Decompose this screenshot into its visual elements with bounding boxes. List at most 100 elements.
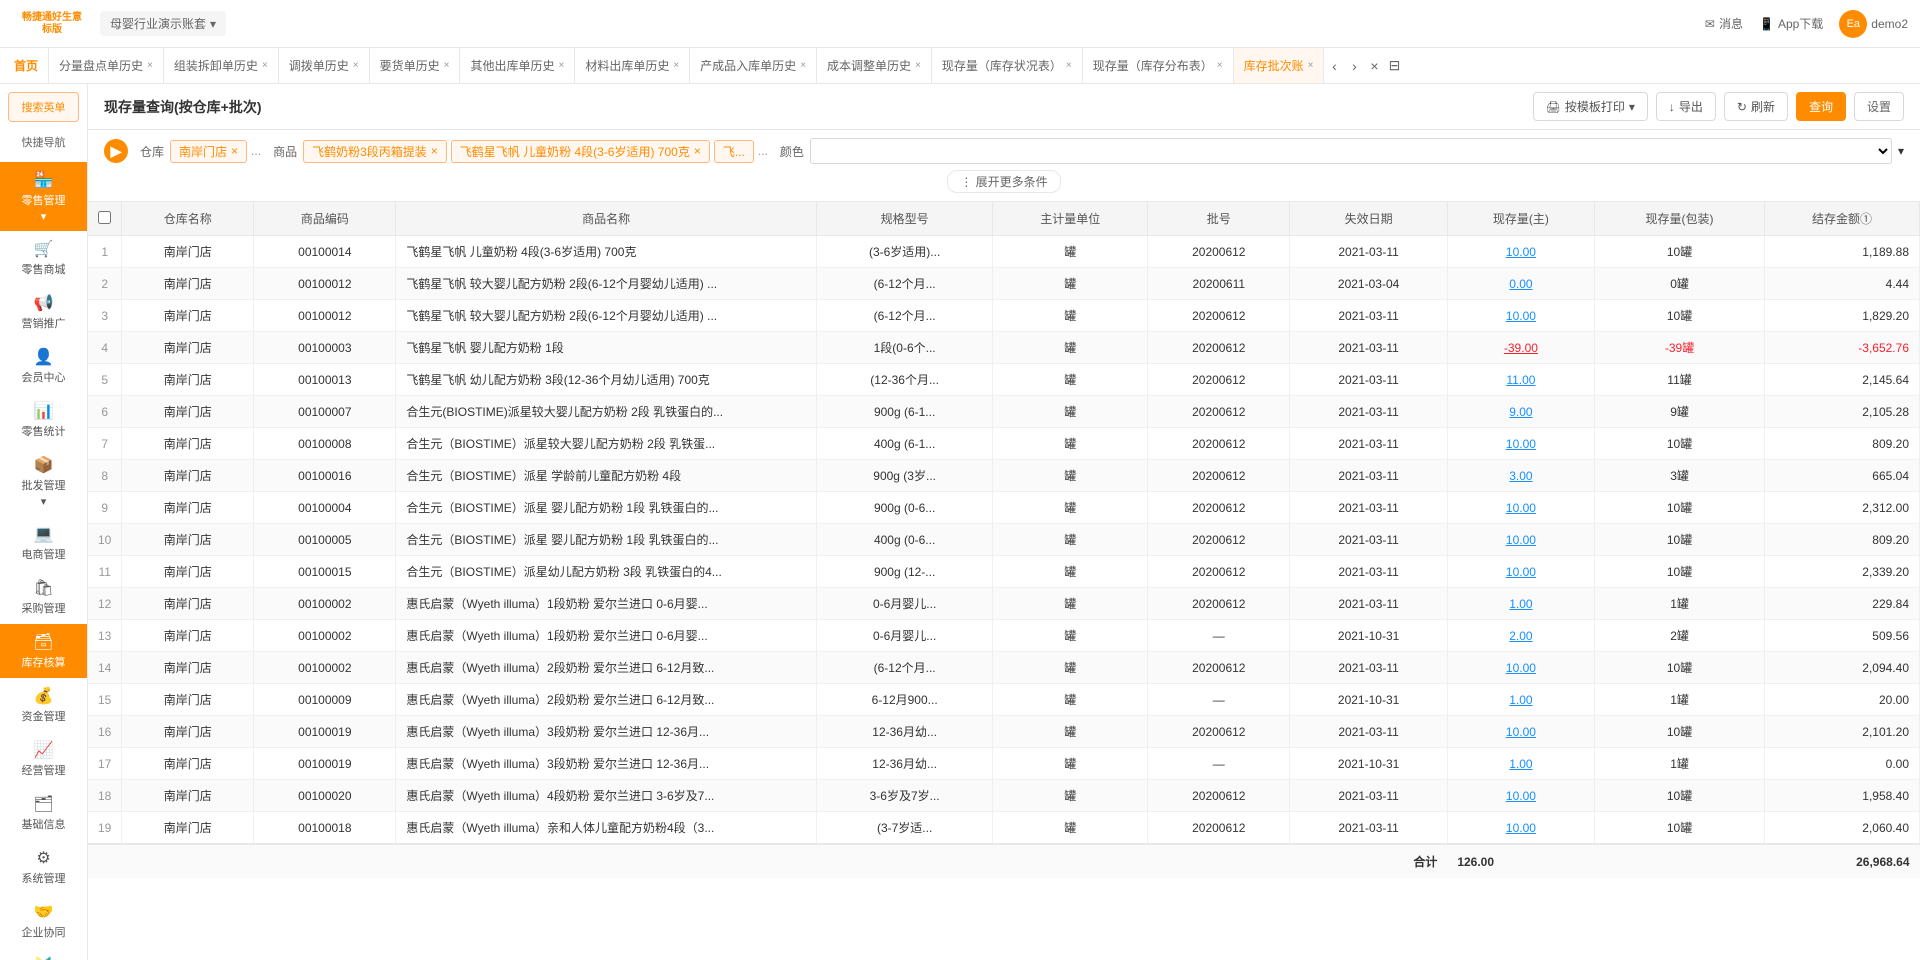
tab-yaohuo[interactable]: 要货单历史 × xyxy=(370,48,461,84)
sidebar-item-kucunhesuan[interactable]: 🗃 库存核算 xyxy=(0,624,87,678)
row-qty[interactable]: 9.00 xyxy=(1447,396,1594,428)
sidebar-item-xinshouyindao[interactable]: 🔰 新手引导 xyxy=(0,948,87,960)
tab-next-button[interactable]: › xyxy=(1344,48,1364,84)
row-qty[interactable]: 3.00 xyxy=(1447,460,1594,492)
tab-chanchenpin-close[interactable]: × xyxy=(800,60,806,71)
row-amount: 509.56 xyxy=(1765,620,1920,652)
tab-chenben-close[interactable]: × xyxy=(915,60,921,71)
row-qty[interactable]: 1.00 xyxy=(1447,748,1594,780)
row-qty[interactable]: 10.00 xyxy=(1447,300,1594,332)
page-header: 现存量查询(按仓库+批次) 🖨 按模板打印 ▾ ↓ 导出 ↻ 刷新 查询 xyxy=(88,84,1920,130)
tab-xiancun1[interactable]: 现存量（库存状况表） × xyxy=(932,48,1083,84)
tab-zuzhuang[interactable]: 组装拆卸单历史 × xyxy=(164,48,279,84)
quick-nav-button[interactable]: 快捷导航 xyxy=(0,130,87,154)
tab-yaohuo-close[interactable]: × xyxy=(444,60,450,71)
product-tag-3: 飞... xyxy=(714,140,754,163)
table-row: 15 南岸门店 00100009 惠氏启蒙（Wyeth illuma）2段奶粉 … xyxy=(88,684,1920,716)
tab-cailiao[interactable]: 材料出库单历史 × xyxy=(575,48,690,84)
sidebar-item-jingyingguan[interactable]: 📈 经营管理 xyxy=(0,732,87,786)
product-tag-2-close[interactable]: × xyxy=(694,144,701,158)
tab-chenben[interactable]: 成本调整单历史 × xyxy=(817,48,932,84)
logo-text: 畅捷通好生意 xyxy=(22,12,82,24)
app-download-button[interactable]: 📱 App下载 xyxy=(1759,15,1823,32)
sidebar-item-yingxiao[interactable]: 📢 营销推广 xyxy=(0,285,87,339)
filter-toggle-button[interactable]: ▶ xyxy=(104,139,128,163)
product-tag-1-close[interactable]: × xyxy=(431,144,438,158)
warehouse-tag-close[interactable]: × xyxy=(231,144,238,158)
tab-close-all-button[interactable]: × xyxy=(1364,48,1384,84)
tab-cailiao-close[interactable]: × xyxy=(673,60,679,71)
tab-home[interactable]: 首页 xyxy=(4,48,49,84)
tab-menu-button[interactable]: ⊟ xyxy=(1384,48,1404,84)
sidebar-item-huiyuan[interactable]: 👤 会员中心 xyxy=(0,339,87,393)
sidebar-item-caigouguan[interactable]: 🛍 采购管理 xyxy=(0,570,87,624)
tab-fenliang[interactable]: 分量盘点单历史 × xyxy=(49,48,164,84)
tab-chanchenpin[interactable]: 产成品入库单历史 × xyxy=(690,48,817,84)
color-select[interactable] xyxy=(810,138,1892,164)
row-no: 3 xyxy=(88,300,122,332)
row-qty[interactable]: -39.00 xyxy=(1447,332,1594,364)
th-batch: 批号 xyxy=(1148,202,1290,236)
sidebar: 搜索英单 快捷导航 🏪 零售管理 ▾ 🛒 零售商城 📢 营销推广 👤 会员中心 … xyxy=(0,84,88,960)
sidebar-item-lingshoucheng[interactable]: 🛒 零售商城 xyxy=(0,231,87,285)
row-qty[interactable]: 10.00 xyxy=(1447,428,1594,460)
row-qty[interactable]: 1.00 xyxy=(1447,684,1594,716)
sidebar-item-lingshoucheng-label: 零售商城 xyxy=(22,261,66,277)
search-menu-button[interactable]: 搜索英单 xyxy=(8,92,79,122)
sidebar-item-jichuxx[interactable]: 🗂 基础信息 xyxy=(0,786,87,840)
row-qty[interactable]: 10.00 xyxy=(1447,652,1594,684)
tab-kucunpicizh[interactable]: 库存批次账 × xyxy=(1234,48,1325,84)
filter-expand-button[interactable]: ⋮ 展开更多条件 xyxy=(947,170,1060,193)
export-button[interactable]: ↓ 导出 xyxy=(1656,92,1716,121)
sidebar-item-xitongguan[interactable]: ⚙ 系统管理 xyxy=(0,840,87,894)
sidebar-item-lingshoutj[interactable]: 📊 零售统计 xyxy=(0,393,87,447)
tab-zuzhuang-close[interactable]: × xyxy=(262,60,268,71)
sidebar-item-qiyexieton[interactable]: 🤝 企业协同 xyxy=(0,894,87,948)
row-qty[interactable]: 10.00 xyxy=(1447,236,1594,268)
select-all-checkbox[interactable] xyxy=(98,211,111,224)
tab-diaobo[interactable]: 调拨单历史 × xyxy=(279,48,370,84)
row-qty[interactable]: 0.00 xyxy=(1447,268,1594,300)
tab-fenliang-close[interactable]: × xyxy=(147,60,153,71)
sidebar-item-pifaguanli[interactable]: 📦 批发管理 ▾ xyxy=(0,447,87,516)
row-qty[interactable]: 1.00 xyxy=(1447,588,1594,620)
jingyingguan-icon: 📈 xyxy=(34,740,54,760)
sidebar-item-lingshouguanli[interactable]: 🏪 零售管理 ▾ xyxy=(0,162,87,231)
tab-qitachuku[interactable]: 其他出库单历史 × xyxy=(460,48,575,84)
query-button[interactable]: 查询 xyxy=(1796,92,1846,121)
row-expiry: 2021-03-11 xyxy=(1290,812,1447,845)
row-unit: 罐 xyxy=(993,556,1148,588)
tab-kucunpicizh-close[interactable]: × xyxy=(1308,60,1314,71)
row-qty[interactable]: 11.00 xyxy=(1447,364,1594,396)
tab-qitachuku-close[interactable]: × xyxy=(558,60,564,71)
warehouse-tags: 南岸门店 × ... xyxy=(170,140,261,163)
row-unit: 罐 xyxy=(993,684,1148,716)
tab-prev-button[interactable]: ‹ xyxy=(1324,48,1344,84)
breadcrumb-selector[interactable]: 母婴行业演示账套 ▾ xyxy=(100,11,226,36)
row-qty[interactable]: 10.00 xyxy=(1447,556,1594,588)
user-avatar-button[interactable]: Ea demo2 xyxy=(1839,10,1908,38)
lingshoutj-icon: 📊 xyxy=(34,401,54,421)
sidebar-item-dianshangguan[interactable]: 💻 电商管理 xyxy=(0,516,87,570)
print-button[interactable]: 🖨 按模板打印 ▾ xyxy=(1533,92,1648,121)
row-qty[interactable]: 2.00 xyxy=(1447,620,1594,652)
tab-xiancun1-close[interactable]: × xyxy=(1066,60,1072,71)
row-qty[interactable]: 10.00 xyxy=(1447,716,1594,748)
row-qty[interactable]: 10.00 xyxy=(1447,780,1594,812)
row-no: 11 xyxy=(88,556,122,588)
row-qty[interactable]: 10.00 xyxy=(1447,524,1594,556)
row-no: 9 xyxy=(88,492,122,524)
tab-xiancun2-close[interactable]: × xyxy=(1217,60,1223,71)
row-no: 5 xyxy=(88,364,122,396)
message-button[interactable]: ✉ 消息 xyxy=(1705,15,1743,32)
row-qty[interactable]: 10.00 xyxy=(1447,812,1594,845)
setting-button[interactable]: 设置 xyxy=(1854,92,1904,121)
tab-xiancun2[interactable]: 现存量（库存分布表） × xyxy=(1083,48,1234,84)
refresh-button[interactable]: ↻ 刷新 xyxy=(1724,92,1788,121)
breadcrumb-text: 母婴行业演示账套 xyxy=(110,15,206,32)
sidebar-item-zijinguan[interactable]: 💰 资金管理 xyxy=(0,678,87,732)
tab-diaobo-close[interactable]: × xyxy=(353,60,359,71)
row-qty[interactable]: 10.00 xyxy=(1447,492,1594,524)
row-batch: 20200612 xyxy=(1148,716,1290,748)
dianshangguan-icon: 💻 xyxy=(34,524,54,544)
